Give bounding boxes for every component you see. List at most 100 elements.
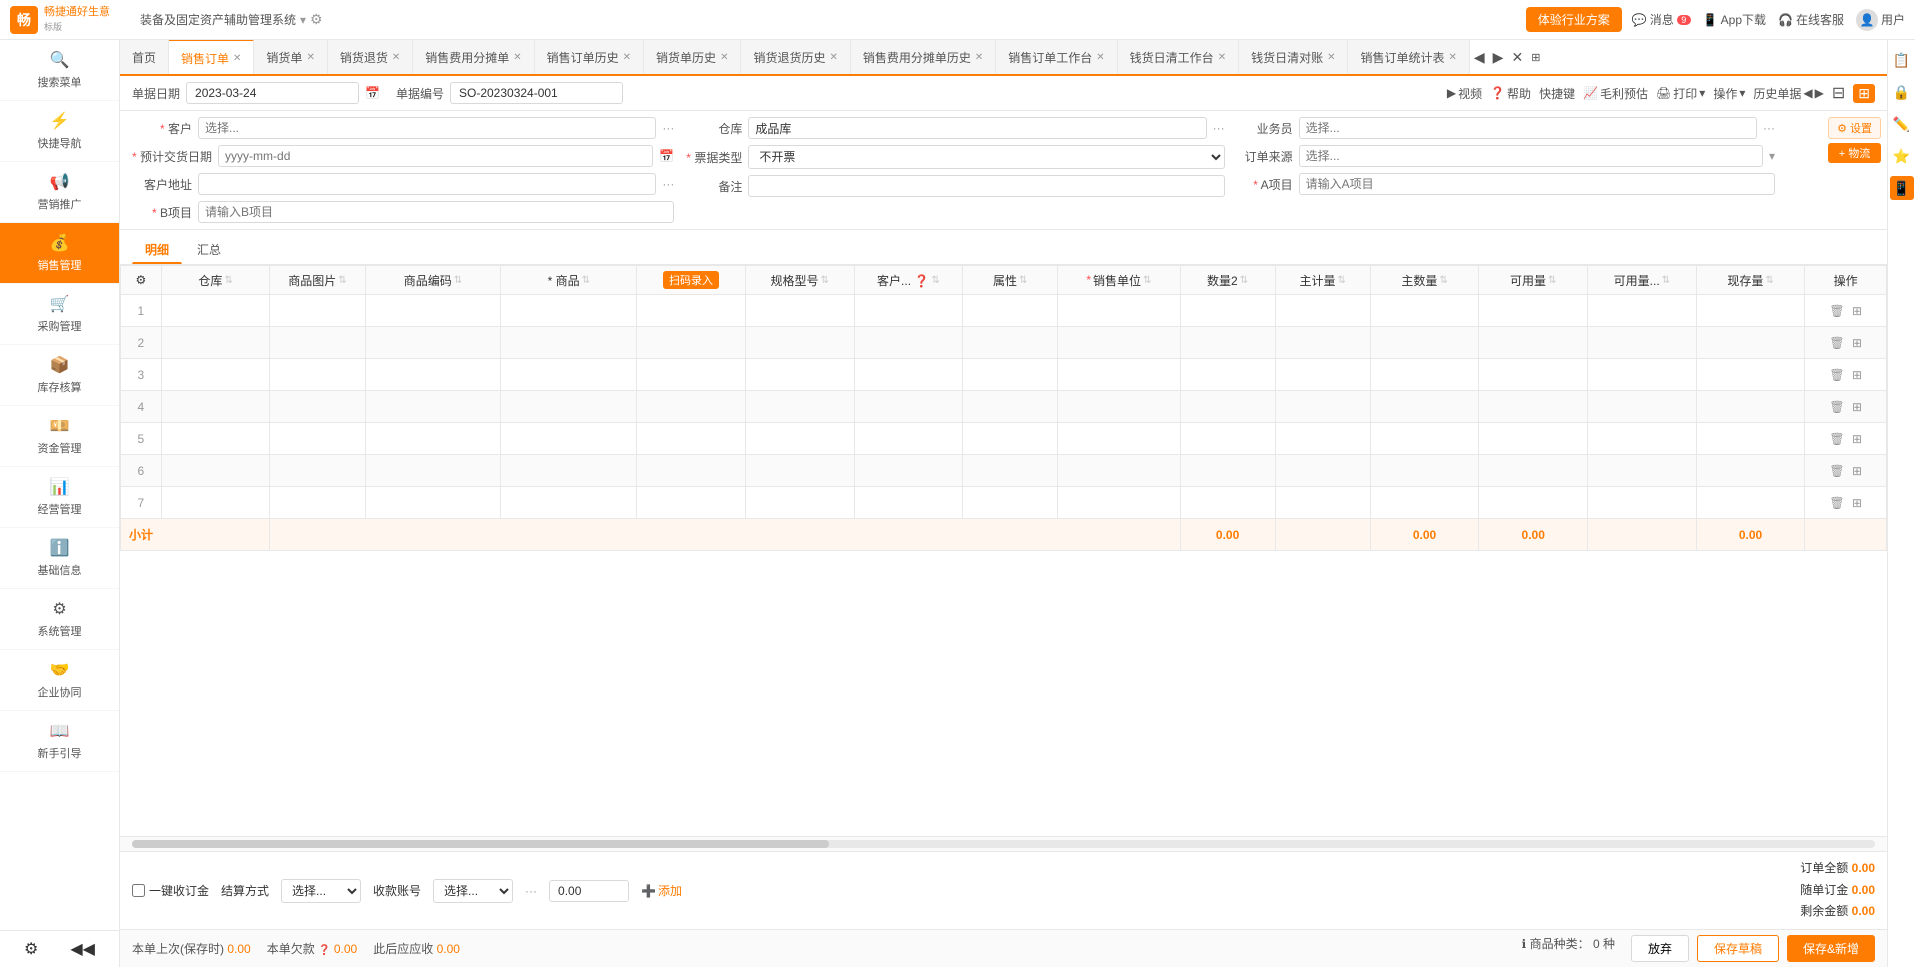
tab-expense-history[interactable]: 销售费用分摊单历史 ✕ xyxy=(851,40,996,75)
tab-close-icon[interactable]: ✕ xyxy=(829,52,837,63)
tab-close-icon[interactable]: ✕ xyxy=(1096,52,1104,63)
cell-customer-sku[interactable] xyxy=(854,487,963,519)
invoice-select[interactable]: 不开票 增值税普通发票 增值税专用发票 xyxy=(748,145,1224,169)
cell-spec[interactable] xyxy=(745,327,854,359)
cell-attr[interactable] xyxy=(963,391,1058,423)
save-new-button[interactable]: 保存&新增 xyxy=(1787,935,1875,962)
rpanel-star-icon[interactable]: ⭐ xyxy=(1890,144,1914,168)
copy-row-icon[interactable]: ⊞ xyxy=(1852,432,1862,446)
cell-sku-code[interactable] xyxy=(365,359,501,391)
cell-customer-sku[interactable] xyxy=(854,455,963,487)
tab-close-icon[interactable]: ✕ xyxy=(1327,52,1335,63)
tab-sales-order-history[interactable]: 销售订单历史 ✕ xyxy=(535,40,644,75)
sidebar-item-sales[interactable]: 💰 销售管理 xyxy=(0,223,119,284)
cell-qty2[interactable] xyxy=(1180,423,1275,455)
delete-row-icon[interactable]: 🗑 xyxy=(1829,368,1844,382)
cell-warehouse[interactable] xyxy=(161,295,270,327)
sidebar-item-search[interactable]: 🔍 搜索菜单 xyxy=(0,40,119,101)
cell-attr[interactable] xyxy=(963,295,1058,327)
sidebar-item-guide[interactable]: 📖 新手引导 xyxy=(0,711,119,772)
customer-addr-input[interactable] xyxy=(198,173,656,195)
sort-available-icon[interactable]: ⇅ xyxy=(1548,275,1556,286)
cell-unit[interactable] xyxy=(1058,423,1180,455)
cell-warehouse[interactable] xyxy=(161,359,270,391)
cell-spec[interactable] xyxy=(745,487,854,519)
tab-cash-workbench[interactable]: 钱货日清工作台 ✕ xyxy=(1118,40,1239,75)
delivery-date-input[interactable] xyxy=(218,145,653,167)
discard-button[interactable]: 放弃 xyxy=(1631,935,1689,962)
tab-close-icon[interactable]: ✕ xyxy=(975,52,983,63)
cell-attr[interactable] xyxy=(963,455,1058,487)
calendar-icon[interactable]: 📅 xyxy=(365,86,380,100)
tab-sales-bill[interactable]: 销货单 ✕ xyxy=(254,40,327,75)
cell-product[interactable] xyxy=(501,359,637,391)
cell-qty2[interactable] xyxy=(1180,359,1275,391)
sort-stock-icon[interactable]: ⇅ xyxy=(1765,275,1773,286)
cell-customer-sku[interactable] xyxy=(854,359,963,391)
copy-row-icon[interactable]: ⊞ xyxy=(1852,304,1862,318)
sort-custsku-icon[interactable]: ⇅ xyxy=(931,275,939,286)
amount-input[interactable] xyxy=(549,880,629,902)
cell-warehouse[interactable] xyxy=(161,455,270,487)
tab-sales-expense[interactable]: 销售费用分摊单 ✕ xyxy=(413,40,534,75)
cell-product[interactable] xyxy=(501,391,637,423)
tab-close-icon[interactable]: ✕ xyxy=(1449,52,1457,63)
delete-row-icon[interactable]: 🗑 xyxy=(1829,336,1844,350)
add-logistics-btn[interactable]: + 物流 xyxy=(1828,143,1881,163)
scroll-thumb[interactable] xyxy=(132,840,829,848)
quick-checkout-checkbox[interactable]: 一键收订金 xyxy=(132,882,209,899)
sort-attr-icon[interactable]: ⇅ xyxy=(1019,275,1027,286)
account-select[interactable]: 选择... xyxy=(433,879,513,903)
tab-sales-return[interactable]: 销货退货 ✕ xyxy=(328,40,413,75)
cell-attr[interactable] xyxy=(963,359,1058,391)
a-project-input[interactable] xyxy=(1299,173,1775,195)
cell-warehouse[interactable] xyxy=(161,327,270,359)
quick-checkout-input[interactable] xyxy=(132,884,145,897)
tab-home[interactable]: 首页 xyxy=(120,40,169,75)
cell-customer-sku[interactable] xyxy=(854,391,963,423)
sidebar-item-inventory[interactable]: 📦 库存核算 xyxy=(0,345,119,406)
cell-unit[interactable] xyxy=(1058,391,1180,423)
cell-product[interactable] xyxy=(501,423,637,455)
staff-input[interactable] xyxy=(1299,117,1757,139)
view-video-button[interactable]: ▶ 视频 xyxy=(1447,85,1482,102)
dropdown-arrow-icon[interactable]: ▾ xyxy=(300,13,306,27)
cell-sku-code[interactable] xyxy=(365,455,501,487)
cell-customer-sku[interactable] xyxy=(854,327,963,359)
tab-close-icon[interactable]: ✕ xyxy=(513,52,521,63)
single-no-input[interactable] xyxy=(450,82,623,104)
cell-spec[interactable] xyxy=(745,455,854,487)
app-download-button[interactable]: 📱 App下载 xyxy=(1703,11,1766,28)
sidebar-item-marketing[interactable]: 📢 营销推广 xyxy=(0,162,119,223)
settings-icon[interactable]: ⚙ xyxy=(310,11,323,28)
copy-row-icon[interactable]: ⊞ xyxy=(1852,400,1862,414)
cell-unit[interactable] xyxy=(1058,487,1180,519)
rpanel-phone-icon[interactable]: 📱 xyxy=(1890,176,1914,200)
settings-quick-btn[interactable]: ⚙ 设置 xyxy=(1828,117,1881,139)
warehouse-more-icon[interactable]: ··· xyxy=(1213,121,1225,135)
copy-row-icon[interactable]: ⊞ xyxy=(1852,496,1862,510)
cell-sku-code[interactable] xyxy=(365,487,501,519)
sidebar-item-basic-info[interactable]: ℹ️ 基础信息 xyxy=(0,528,119,589)
cell-unit[interactable] xyxy=(1058,359,1180,391)
calendar-delivery-icon[interactable]: 📅 xyxy=(659,149,674,163)
cell-spec[interactable] xyxy=(745,359,854,391)
tab-close-icon[interactable]: ✕ xyxy=(720,52,728,63)
cell-main-qty[interactable] xyxy=(1370,359,1479,391)
rpanel-lock-icon[interactable]: 🔒 xyxy=(1890,80,1914,104)
tab-order-workbench[interactable]: 销售订单工作台 ✕ xyxy=(996,40,1117,75)
sort-warehouse-icon[interactable]: ⇅ xyxy=(224,275,232,286)
sort-mainqty-icon[interactable]: ⇅ xyxy=(1439,275,1447,286)
sidebar-item-purchase[interactable]: 🛒 采购管理 xyxy=(0,284,119,345)
sidebar-item-cooperation[interactable]: 🤝 企业协同 xyxy=(0,650,119,711)
cell-main-qty[interactable] xyxy=(1370,391,1479,423)
delete-row-icon[interactable]: 🗑 xyxy=(1829,496,1844,510)
sort-avail2-icon[interactable]: ⇅ xyxy=(1662,275,1670,286)
tab-sales-order[interactable]: 销售订单 ✕ xyxy=(169,40,254,75)
tab-sales-bill-history[interactable]: 销货单历史 ✕ xyxy=(644,40,741,75)
save-draft-button[interactable]: 保存草稿 xyxy=(1697,935,1779,962)
dropdown-print-icon[interactable]: ▾ xyxy=(1699,86,1705,100)
staff-more-icon[interactable]: ··· xyxy=(1763,121,1775,135)
cell-attr[interactable] xyxy=(963,423,1058,455)
account-more-icon[interactable]: ··· xyxy=(525,884,537,898)
